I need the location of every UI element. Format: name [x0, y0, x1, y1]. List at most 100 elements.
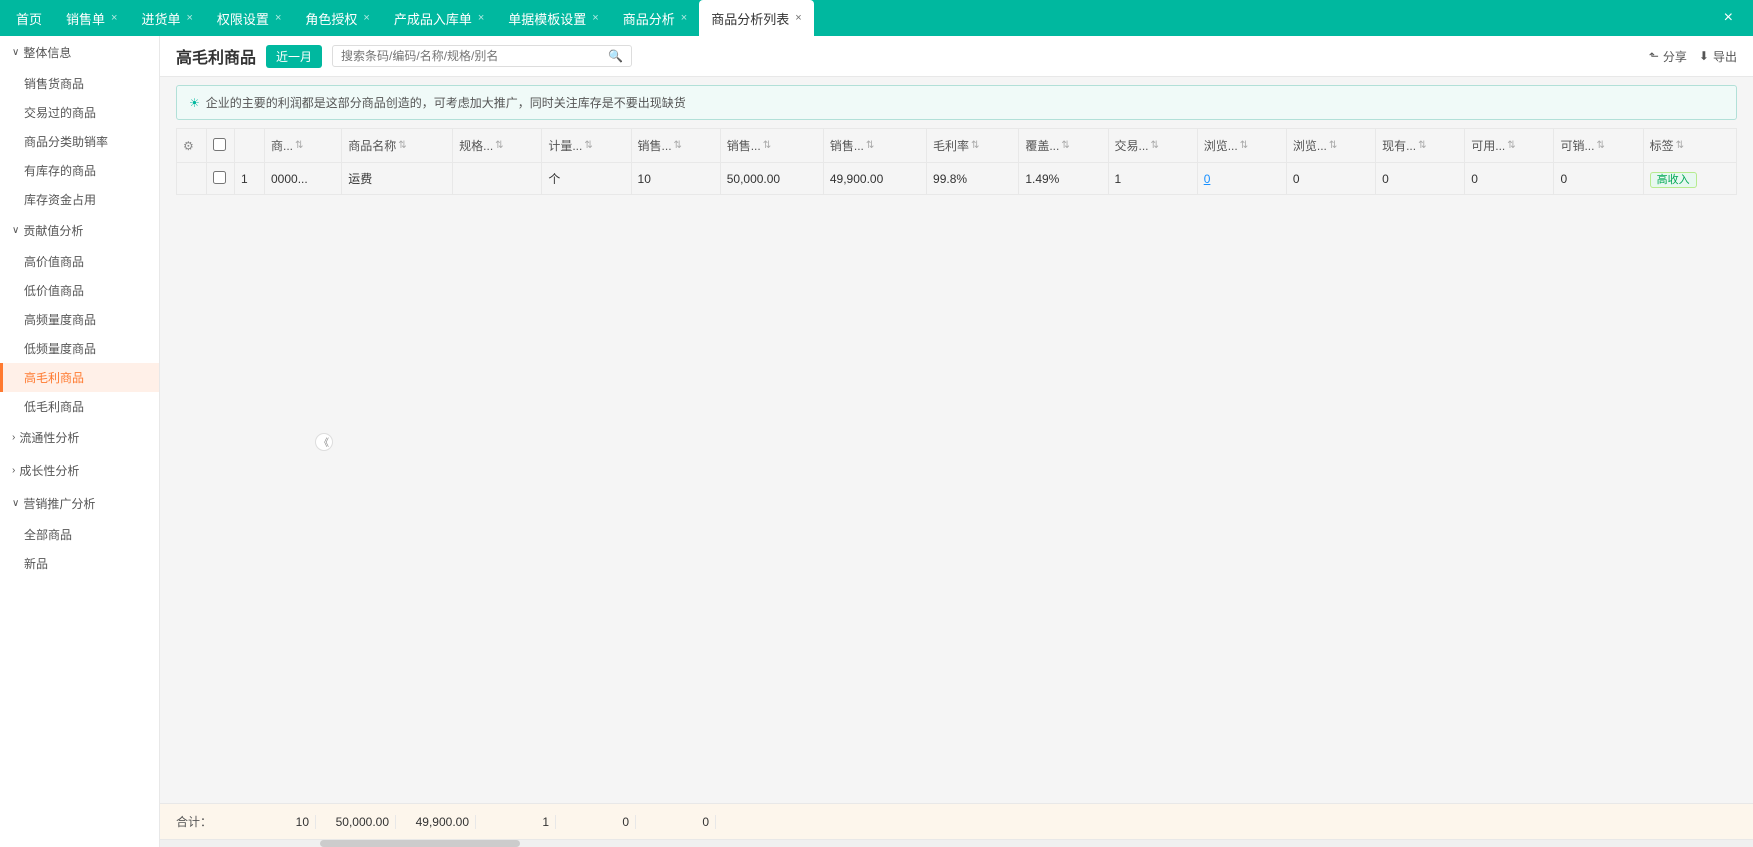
- nav-tab-close-products[interactable]: ×: [478, 12, 484, 24]
- col-index: [235, 129, 265, 163]
- arrow-icon: ›: [12, 432, 15, 443]
- nav-tab-purchase[interactable]: 进货单×: [129, 0, 204, 36]
- row-select-checkbox[interactable]: [213, 171, 226, 184]
- info-banner: ☀ 企业的主要的利润都是这部分商品创造的，可考虑加大推广，同时关注库存是不要出现…: [176, 85, 1737, 120]
- nav-tab-sales[interactable]: 销售单×: [54, 0, 129, 36]
- sort-icon-browse2[interactable]: ⇅: [1329, 140, 1337, 151]
- nav-tab-permissions[interactable]: 权限设置×: [205, 0, 293, 36]
- sidebar-item-contribution-rate[interactable]: 商品分类助销率: [0, 127, 159, 156]
- sidebar-group-marketing-analysis[interactable]: ∨营销推广分析: [0, 487, 159, 520]
- sort-icon-current[interactable]: ⇅: [1418, 140, 1426, 151]
- sort-icon-code[interactable]: ⇅: [295, 140, 303, 151]
- footer-cells: 10 50,000.00 49,900.00 1 0 0: [236, 815, 1737, 829]
- row-unit: 个: [542, 163, 631, 195]
- sidebar-item-all-goods[interactable]: 全部商品: [0, 520, 159, 549]
- sort-icon-tag[interactable]: ⇅: [1676, 140, 1684, 151]
- sidebar-item-stocked-goods[interactable]: 有库存的商品: [0, 156, 159, 185]
- sort-icon-available[interactable]: ⇅: [1507, 140, 1515, 151]
- sidebar-group-growth-analysis[interactable]: ›成长性分析: [0, 454, 159, 487]
- export-button[interactable]: ⬇ 导出: [1699, 48, 1737, 65]
- row-checkbox[interactable]: [207, 163, 235, 195]
- nav-tab-home[interactable]: 首页: [4, 0, 54, 36]
- nav-tab-close-roles[interactable]: ×: [363, 12, 369, 24]
- row-transactions: 1: [1108, 163, 1197, 195]
- sort-icon-unit[interactable]: ⇅: [584, 140, 592, 151]
- sort-icon-transactions[interactable]: ⇅: [1151, 140, 1159, 151]
- sidebar-item-low-value[interactable]: 低价值商品: [0, 276, 159, 305]
- sort-icon-sales-amt[interactable]: ⇅: [763, 140, 771, 151]
- search-input[interactable]: [341, 49, 608, 63]
- sidebar-item-inventory-occupation[interactable]: 库存资金占用: [0, 185, 159, 214]
- sidebar-item-traded-goods[interactable]: 交易过的商品: [0, 98, 159, 127]
- scrollbar-thumb[interactable]: [320, 840, 520, 847]
- sidebar-item-high-freq[interactable]: 高频量度商品: [0, 305, 159, 334]
- col-browse1: 浏览...⇅: [1197, 129, 1286, 163]
- footer-sales-amt: 50,000.00: [316, 815, 396, 829]
- sidebar-item-low-margin[interactable]: 低毛利商品: [0, 392, 159, 421]
- browse1-link[interactable]: 0: [1204, 172, 1211, 186]
- filter-month-button[interactable]: 近一月: [266, 45, 322, 68]
- nav-tab-close-permissions[interactable]: ×: [275, 12, 281, 24]
- search-box[interactable]: 🔍: [332, 45, 632, 67]
- col-name: 商品名称⇅: [342, 129, 453, 163]
- share-icon: ⬑: [1649, 49, 1659, 63]
- col-spec: 规格...⇅: [453, 129, 542, 163]
- nav-tab-products[interactable]: 产成品入库单×: [382, 0, 496, 36]
- col-label-sellable: 可销...: [1560, 137, 1594, 154]
- horizontal-scrollbar[interactable]: [160, 839, 1753, 847]
- sort-icon-coverage[interactable]: ⇅: [1061, 140, 1069, 151]
- sort-icon-spec[interactable]: ⇅: [495, 140, 503, 151]
- settings-icon[interactable]: ⚙: [183, 139, 194, 153]
- select-all-checkbox[interactable]: [213, 138, 226, 151]
- nav-tab-templates[interactable]: 单据模板设置×: [496, 0, 610, 36]
- footer-totals: 合计： 10 50,000.00 49,900.00 1 0 0: [160, 803, 1753, 839]
- page-title: 高毛利商品: [176, 44, 256, 68]
- col-transactions: 交易...⇅: [1108, 129, 1197, 163]
- nav-tab-close-sales[interactable]: ×: [111, 12, 117, 24]
- window-close-button[interactable]: ×: [1716, 9, 1741, 26]
- nav-tab-close-analysis[interactable]: ×: [681, 12, 687, 24]
- sort-icon-margin-rate[interactable]: ⇅: [971, 140, 979, 151]
- col-margin-rate: 毛利率⇅: [927, 129, 1019, 163]
- sidebar-group-label: 贡献值分析: [23, 222, 83, 239]
- col-sales-amt: 销售...⇅: [720, 129, 823, 163]
- collapse-icon: 《: [319, 434, 329, 449]
- sidebar-item-high-margin[interactable]: 高毛利商品: [0, 363, 159, 392]
- sidebar-group-flow-analysis[interactable]: ›流通性分析: [0, 421, 159, 454]
- sidebar-group-overall[interactable]: ∨整体信息: [0, 36, 159, 69]
- sidebar-item-high-value[interactable]: 高价值商品: [0, 247, 159, 276]
- row-sales-profit: 49,900.00: [823, 163, 926, 195]
- row-browse1[interactable]: 0: [1197, 163, 1286, 195]
- row-browse2: 0: [1286, 163, 1375, 195]
- sort-icon-name[interactable]: ⇅: [398, 140, 406, 151]
- footer-label: 合计：: [176, 813, 236, 830]
- row-code: 0000...: [265, 163, 342, 195]
- col-label-unit: 计量...: [548, 137, 582, 154]
- nav-tab-roles[interactable]: 角色授权×: [293, 0, 381, 36]
- sidebar-item-sales-goods[interactable]: 销售货商品: [0, 69, 159, 98]
- sort-icon-sales-qty[interactable]: ⇅: [674, 140, 682, 151]
- share-label: 分享: [1663, 48, 1687, 65]
- sort-icon-browse1[interactable]: ⇅: [1240, 140, 1248, 151]
- table-row: 10000...运费个1050,000.0049,900.0099.8%1.49…: [177, 163, 1737, 195]
- col-checkbox-header[interactable]: [207, 129, 235, 163]
- sidebar-item-new-goods[interactable]: 新品: [0, 549, 159, 578]
- share-button[interactable]: ⬑ 分享: [1649, 48, 1687, 65]
- nav-tab-close-templates[interactable]: ×: [592, 12, 598, 24]
- col-label-name: 商品名称: [348, 137, 396, 154]
- col-label-sales-profit: 销售...: [830, 137, 864, 154]
- sidebar-group-label: 成长性分析: [19, 462, 79, 479]
- sidebar-collapse-button[interactable]: 《: [315, 433, 333, 451]
- row-name: 运费: [342, 163, 453, 195]
- sidebar-group-wealth-analysis[interactable]: ∨贡献值分析: [0, 214, 159, 247]
- nav-tab-analysis[interactable]: 商品分析×: [611, 0, 699, 36]
- col-settings[interactable]: ⚙: [177, 129, 207, 163]
- nav-tab-analysis-list[interactable]: 商品分析列表×: [699, 0, 813, 36]
- nav-tab-close-analysis-list[interactable]: ×: [795, 12, 801, 24]
- row-sellable: 0: [1554, 163, 1643, 195]
- sidebar-item-low-freq[interactable]: 低频量度商品: [0, 334, 159, 363]
- sort-icon-sales-profit[interactable]: ⇅: [866, 140, 874, 151]
- sort-icon-sellable[interactable]: ⇅: [1596, 140, 1604, 151]
- col-unit: 计量...⇅: [542, 129, 631, 163]
- nav-tab-close-purchase[interactable]: ×: [186, 12, 192, 24]
